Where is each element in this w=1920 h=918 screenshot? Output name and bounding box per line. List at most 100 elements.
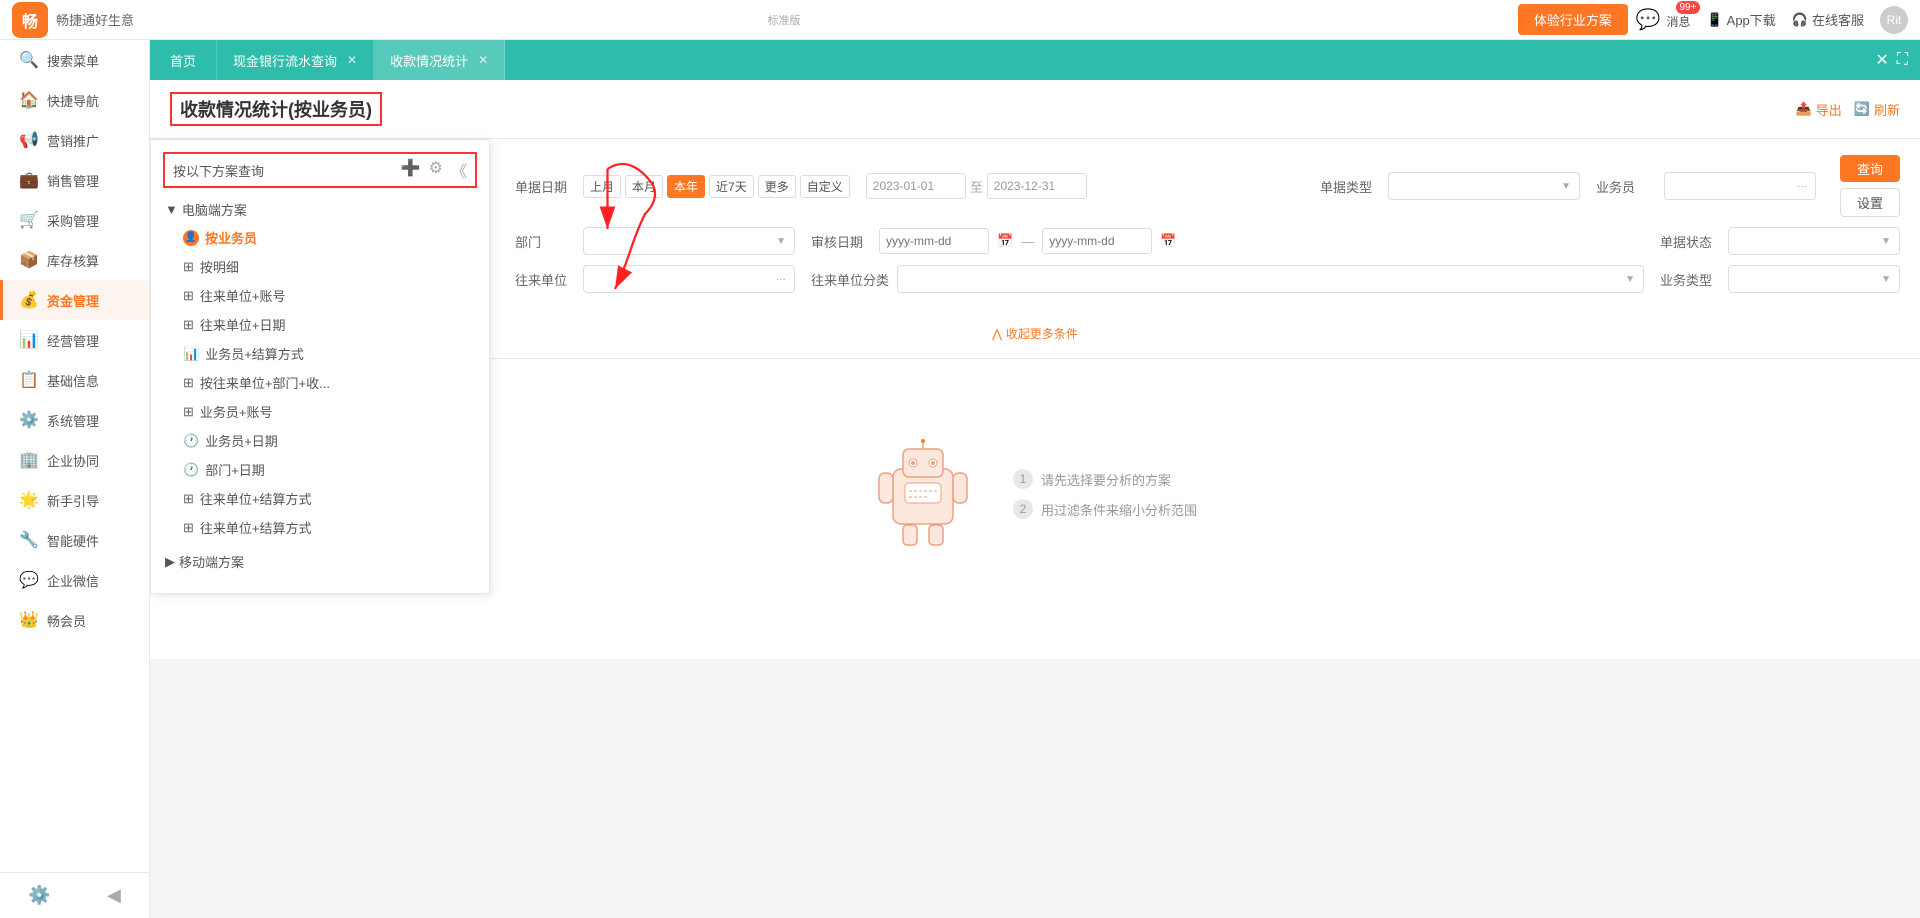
settings-btn[interactable]: 设置 (1840, 188, 1900, 217)
scheme-item-salesperson-account[interactable]: ⊞ 业务员+账号 (163, 397, 477, 426)
sidebar-item-smart-hw[interactable]: 🔧 智能硬件 (0, 520, 149, 560)
mobile-scheme-group-title[interactable]: ▶ 移动端方案 (163, 548, 477, 575)
sidebar-item-quick-nav[interactable]: 🏠 快捷导航 (0, 80, 149, 120)
scheme-settings-icon[interactable]: ⚙ (429, 158, 443, 182)
page-header-actions: 📤 导出 🔄 刷新 (1796, 100, 1900, 119)
user-avatar[interactable]: Rit (1880, 6, 1908, 34)
sidebar-item-basic-info[interactable]: 📋 基础信息 (0, 360, 149, 400)
messages-btn[interactable]: 💬 99+ 消息 (1636, 7, 1691, 32)
tab-maximize-icon[interactable]: ⛶ (1897, 51, 1908, 69)
sidebar: 🔍 搜索菜单 🏠 快捷导航 📢 营销推广 💼 销售管理 🛒 采购管理 📦 库存核… (0, 40, 150, 918)
app-download-btn[interactable]: 📱App下载 (1706, 10, 1775, 29)
query-btn[interactable]: 查询 (1840, 155, 1900, 182)
scheme-item-counterpart-date[interactable]: ⊞ 往来单位+日期 (163, 310, 477, 339)
refresh-btn[interactable]: 🔄 刷新 (1854, 100, 1900, 119)
basic-info-icon: 📋 (19, 370, 39, 390)
hint-num-1: 1 (1013, 469, 1033, 489)
trial-btn[interactable]: 体验行业方案 (1518, 4, 1628, 35)
scheme-panel-header: 按以下方案查询 ➕ ⚙ 《 (163, 152, 477, 188)
sidebar-item-search-menu[interactable]: 🔍 搜索菜单 (0, 40, 149, 80)
scheme-icon-sa: ⊞ (183, 404, 194, 420)
add-scheme-icon[interactable]: ➕ (401, 158, 421, 182)
settings-bottom-icon[interactable]: ⚙️ (28, 885, 50, 906)
top-bar: 畅 畅捷通好生意 标准版 体验行业方案 💬 99+ 消息 📱App下载 🎧在线客… (0, 0, 1920, 40)
scheme-collapse-icon[interactable]: 《 (451, 158, 467, 182)
scheme-item-counterpart-settle1[interactable]: ⊞ 往来单位+结算方式 (163, 484, 477, 513)
date-btn-7days[interactable]: 近7天 (709, 175, 754, 198)
online-service-btn[interactable]: 🎧在线客服 (1792, 10, 1864, 29)
scheme-item-by-salesperson[interactable]: 👤 按业务员 (163, 223, 477, 252)
sidebar-item-inventory[interactable]: 📦 库存核算 (0, 240, 149, 280)
collapse-conditions-btn[interactable]: ⋀ 收起更多条件 (992, 325, 1078, 342)
page-content: 收款情况统计(按业务员) 📤 导出 🔄 刷新 (150, 80, 1920, 918)
sidebar-item-operations[interactable]: 📊 经营管理 (0, 320, 149, 360)
capital-icon: 💰 (19, 290, 39, 310)
review-date-from-cal[interactable]: 📅 (997, 233, 1013, 249)
sidebar-item-sales[interactable]: 💼 销售管理 (0, 160, 149, 200)
sidebar-item-wechat[interactable]: 💬 企业微信 (0, 560, 149, 600)
date-btn-last-month[interactable]: 上月 (583, 175, 621, 198)
doc-status-select[interactable]: ▼ (1728, 227, 1900, 255)
date-btn-this-month[interactable]: 本月 (625, 175, 663, 198)
hint-item-2: 2 用过滤条件来缩小分析范围 (1013, 499, 1197, 519)
mobile-group-expand-icon: ▶ (165, 554, 175, 570)
tab-receipt-stats-close[interactable]: ✕ (478, 53, 488, 67)
date-field: 单据日期 上月 本月 本年 近7天 更多 自定义 至 (515, 173, 1304, 199)
biz-type-chevron: ▼ (1881, 274, 1891, 285)
sidebar-item-capital[interactable]: 💰 资金管理 (0, 280, 149, 320)
doc-type-select[interactable]: ▼ (1388, 172, 1580, 200)
scheme-item-by-detail[interactable]: ⊞ 按明细 (163, 252, 477, 281)
biz-type-field: 业务类型 ▼ (1660, 265, 1900, 293)
tab-close-window-icon[interactable]: ✕ (1875, 50, 1888, 70)
pc-scheme-group-title[interactable]: ▼ 电脑端方案 (163, 196, 477, 223)
tab-home[interactable]: 首页 (150, 40, 217, 80)
scheme-item-salesperson-settle[interactable]: 📊 业务员+结算方式 (163, 339, 477, 368)
counterpart-select[interactable]: ··· (583, 265, 795, 293)
tab-receipt-stats[interactable]: 收款情况统计 ✕ (374, 40, 505, 80)
scheme-item-dept-date[interactable]: 🕐 部门+日期 (163, 455, 477, 484)
date-from-input[interactable] (866, 173, 966, 199)
scheme-item-salesperson-date[interactable]: 🕐 业务员+日期 (163, 426, 477, 455)
purchase-icon: 🛒 (19, 210, 39, 230)
scheme-item-counterpart-account[interactable]: ⊞ 往来单位+账号 (163, 281, 477, 310)
export-btn[interactable]: 📤 导出 (1796, 100, 1842, 119)
biz-type-label: 业务类型 (1660, 270, 1720, 289)
dept-select[interactable]: ▼ (583, 227, 795, 255)
mobile-scheme-group: ▶ 移动端方案 (163, 548, 477, 575)
sidebar-item-marketing[interactable]: 📢 营销推广 (0, 120, 149, 160)
date-range-btns: 上月 本月 本年 近7天 更多 自定义 (583, 175, 850, 198)
sidebar-bottom: ⚙️ ◀ (0, 872, 149, 918)
counterpart-category-select[interactable]: ▼ (897, 265, 1644, 293)
tab-bank-flow[interactable]: 现金银行流水查询 ✕ (217, 40, 374, 80)
empty-content: 1 请先选择要分析的方案 2 用过滤条件来缩小分析范围 (873, 439, 1197, 559)
doc-status-field: 单据状态 ▼ (1660, 227, 1900, 255)
scheme-icon-ss: 📊 (183, 346, 199, 362)
content-area: 首页 现金银行流水查询 ✕ 收款情况统计 ✕ ✕ ⛶ 收款情况统计(按业务员) (150, 40, 1920, 918)
tab-bar: 首页 现金银行流水查询 ✕ 收款情况统计 ✕ ✕ ⛶ (150, 40, 1920, 80)
sidebar-item-member[interactable]: 👑 畅会员 (0, 600, 149, 640)
review-date-field: 审核日期 📅 — 📅 (811, 228, 1644, 254)
date-btn-more[interactable]: 更多 (758, 175, 796, 198)
scheme-item-counterpart-dept[interactable]: ⊞ 按往来单位+部门+收... (163, 368, 477, 397)
biz-type-select[interactable]: ▼ (1728, 265, 1900, 293)
collapse-sidebar-icon[interactable]: ◀ (107, 885, 121, 906)
search-row-2: 部门 ▼ 审核日期 📅 — 📅 (515, 227, 1900, 255)
review-date-to-input[interactable] (1042, 228, 1152, 254)
date-btn-custom[interactable]: 自定义 (800, 175, 850, 198)
doc-type-field: 单据类型 ▼ (1320, 172, 1580, 200)
sidebar-item-enterprise[interactable]: 🏢 企业协同 (0, 440, 149, 480)
marketing-icon: 📢 (19, 130, 39, 150)
scheme-item-counterpart-settle2[interactable]: ⊞ 往来单位+结算方式 (163, 513, 477, 542)
review-date-to-cal[interactable]: 📅 (1160, 233, 1176, 249)
sidebar-item-system[interactable]: ⚙️ 系统管理 (0, 400, 149, 440)
tab-bank-flow-close[interactable]: ✕ (347, 53, 357, 67)
search-row-1: 单据日期 上月 本月 本年 近7天 更多 自定义 至 (515, 155, 1900, 217)
sidebar-item-purchase[interactable]: 🛒 采购管理 (0, 200, 149, 240)
salesperson-select[interactable]: ··· (1664, 172, 1816, 200)
scheme-icon-detail: ⊞ (183, 259, 194, 275)
sidebar-item-guide[interactable]: 🌟 新手引导 (0, 480, 149, 520)
review-date-from-input[interactable] (879, 228, 989, 254)
date-dash: 至 (970, 177, 983, 196)
date-btn-this-year[interactable]: 本年 (667, 175, 705, 198)
date-to-input[interactable] (987, 173, 1087, 199)
